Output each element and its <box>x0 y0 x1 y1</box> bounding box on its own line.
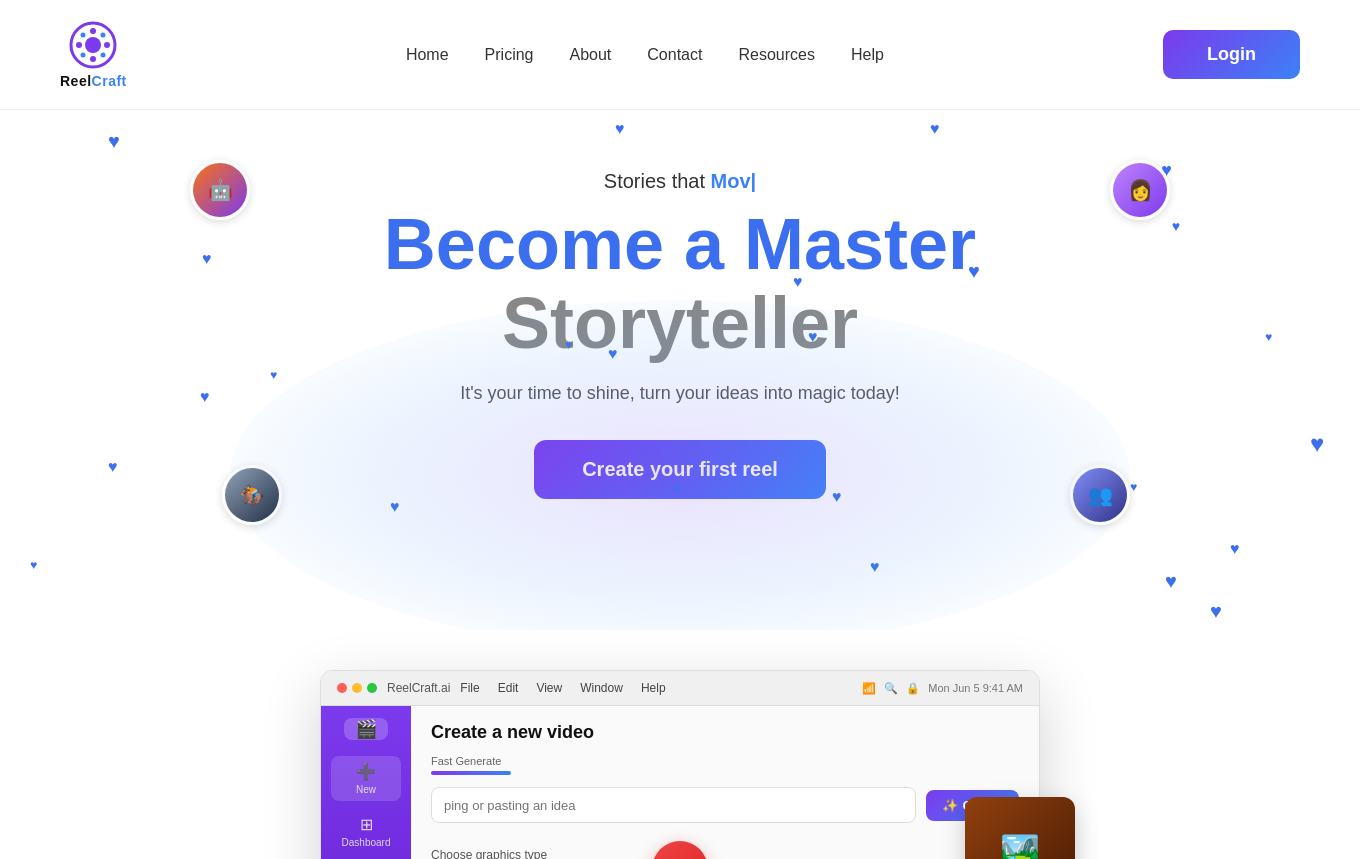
maximize-traffic-light[interactable] <box>367 683 377 693</box>
mockup-content: Create a new video Fast Generate ✨ Creat… <box>411 706 1039 859</box>
mockup-titlebar: ReelCraft.ai File Edit View Window Help … <box>321 671 1039 706</box>
titlebar-left: ReelCraft.ai File Edit View Window Help <box>337 681 666 695</box>
hero-description: It's your time to shine, turn your ideas… <box>20 383 1340 404</box>
menu-window[interactable]: Window <box>580 681 623 695</box>
svg-point-5 <box>104 42 110 48</box>
side-thumbnail: 🏞️ <box>965 797 1075 859</box>
heart-icon: ♥ <box>1230 540 1240 558</box>
heart-icon: ♥ <box>1310 430 1324 458</box>
heart-icon: ♥ <box>390 498 400 516</box>
nav-help[interactable]: Help <box>851 46 884 64</box>
menu-edit[interactable]: Edit <box>498 681 519 695</box>
login-button[interactable]: Login <box>1163 30 1300 79</box>
fast-gen-bar <box>431 771 511 775</box>
heart-icon: ♥ <box>30 558 37 572</box>
sidebar-item-dashboard[interactable]: ⊞ Dashboard <box>331 809 401 854</box>
nav-home[interactable]: Home <box>406 46 449 64</box>
fast-gen-label: Fast Generate <box>431 755 1019 767</box>
sparkle-icon: ✨ <box>942 798 958 813</box>
hero-heading: Become a Master Storyteller <box>20 205 1340 363</box>
heart-icon: ♥ <box>1130 480 1137 494</box>
mockup-section: ReelCraft.ai File Edit View Window Help … <box>0 670 1360 859</box>
dashboard-icon: ⊞ <box>360 815 373 834</box>
char-count: 0/4000 <box>431 827 1019 838</box>
heart-icon: ♥ <box>1210 600 1222 623</box>
idea-input[interactable] <box>431 787 916 823</box>
nav-links: Home Pricing About Contact Resources Hel… <box>406 46 884 64</box>
heart-icon: ♥ <box>108 130 120 153</box>
avatar-group: 👥 <box>1070 465 1130 525</box>
svg-point-3 <box>90 56 96 62</box>
avatar-robot: 🤖 <box>190 160 250 220</box>
svg-point-8 <box>81 52 86 57</box>
titlebar-time: Mon Jun 5 9:41 AM <box>928 682 1023 694</box>
svg-point-1 <box>85 37 101 53</box>
navbar: ReelCraft Home Pricing About Contact Res… <box>0 0 1360 110</box>
avatar-woman: 👩 <box>1110 160 1170 220</box>
titlebar-menu: File Edit View Window Help <box>460 681 665 695</box>
logo[interactable]: ReelCraft <box>60 21 127 89</box>
sidebar-label-new: New <box>356 784 376 795</box>
mockup-content-title: Create a new video <box>431 722 1019 743</box>
hero-section: ♥ ♥ ♥ ♥ ♥ ♥ ♥ ♥ ♥ ♥ ♥ ♥ ♥ ♥ ♥ ♥ ♥ ♥ ♥ ♥ … <box>0 110 1360 630</box>
mockup-sidebar: 🎬 ➕ New ⊞ Dashboard ◉ Pricing <box>321 706 411 859</box>
menu-view[interactable]: View <box>536 681 562 695</box>
heart-icon: ♥ <box>270 368 277 382</box>
minimize-traffic-light[interactable] <box>352 683 362 693</box>
mockup-body: 🎬 ➕ New ⊞ Dashboard ◉ Pricing Create a n… <box>321 706 1039 859</box>
sidebar-logo: 🎬 <box>344 718 388 740</box>
heart-icon: ♥ <box>615 120 625 138</box>
nav-pricing[interactable]: Pricing <box>485 46 534 64</box>
logo-text: ReelCraft <box>60 73 127 89</box>
new-icon: ➕ <box>356 762 376 781</box>
heart-icon: ♥ <box>870 558 880 576</box>
heart-icon: ♥ <box>1165 570 1177 593</box>
nav-about[interactable]: About <box>570 46 612 64</box>
cta-button[interactable]: Create your first reel <box>534 440 826 499</box>
heart-icon: ♥ <box>832 488 842 506</box>
sidebar-item-new[interactable]: ➕ New <box>331 756 401 801</box>
svg-point-6 <box>81 32 86 37</box>
svg-point-2 <box>90 28 96 34</box>
thumbnail-placeholder: 🏞️ <box>965 797 1075 859</box>
titlebar-app-name: ReelCraft.ai <box>387 681 450 695</box>
graphics-label: Choose graphics type <box>431 848 1019 859</box>
nav-resources[interactable]: Resources <box>738 46 814 64</box>
menu-file[interactable]: File <box>460 681 479 695</box>
mockup-window: ReelCraft.ai File Edit View Window Help … <box>320 670 1040 859</box>
close-traffic-light[interactable] <box>337 683 347 693</box>
avatar-horseman: 🏇 <box>222 465 282 525</box>
svg-point-9 <box>101 52 106 57</box>
svg-point-7 <box>101 32 106 37</box>
svg-point-4 <box>76 42 82 48</box>
traffic-lights <box>337 683 377 693</box>
menu-help[interactable]: Help <box>641 681 666 695</box>
heart-icon: ♥ <box>108 458 118 476</box>
titlebar-right: 📶 🔍 🔒 Mon Jun 5 9:41 AM <box>862 682 1023 695</box>
sidebar-label-dashboard: Dashboard <box>342 837 391 848</box>
heart-icon: ♥ <box>930 120 940 138</box>
nav-contact[interactable]: Contact <box>647 46 702 64</box>
idea-input-row: ✨ Create <box>431 787 1019 823</box>
